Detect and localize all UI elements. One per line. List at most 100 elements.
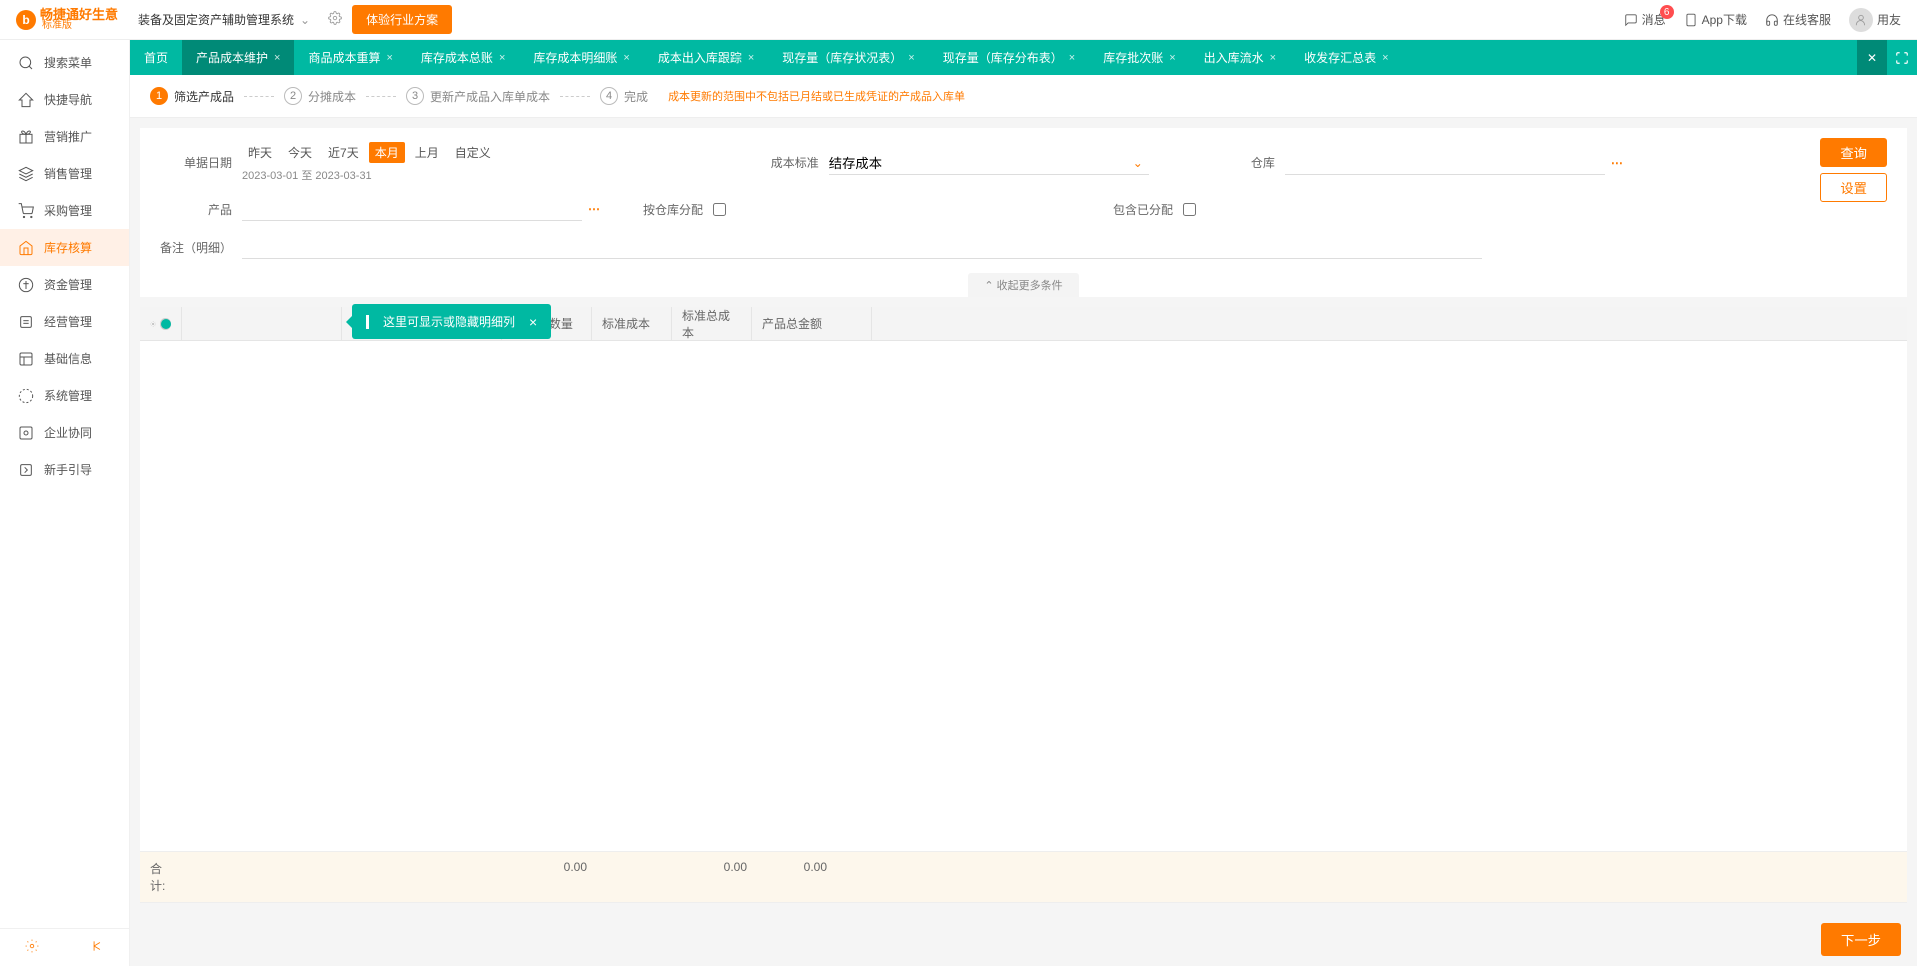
product-input[interactable]	[242, 197, 582, 221]
sidebar-item-7[interactable]: 经营管理	[0, 303, 129, 340]
close-icon[interactable]: ×	[1069, 52, 1075, 64]
tab-label: 现存量（库存状况表）	[782, 49, 902, 66]
close-all-tabs-icon[interactable]: ✕	[1857, 40, 1887, 75]
include-allocated-checkbox[interactable]	[1183, 203, 1196, 216]
logo-icon: b	[16, 10, 36, 30]
tab-1[interactable]: 产品成本维护 ×	[182, 40, 294, 75]
close-icon[interactable]: ×	[529, 314, 537, 330]
stock-icon	[18, 240, 34, 256]
table-column-header[interactable]: 标准成本	[592, 307, 672, 340]
gift-icon	[18, 129, 34, 145]
sidebar-item-label: 企业协同	[44, 424, 92, 441]
tab-6[interactable]: 现存量（库存状况表） ×	[768, 40, 928, 75]
filter-panel: 单据日期 昨天今天近7天本月上月自定义 2023-03-01 至 2023-03…	[140, 128, 1907, 297]
online-service-button[interactable]: 在线客服	[1765, 11, 1831, 28]
step-2: 3更新产成品入库单成本	[406, 87, 550, 105]
base-icon	[18, 351, 34, 367]
sidebar-item-4[interactable]: 采购管理	[0, 192, 129, 229]
tab-2[interactable]: 商品成本重算×	[294, 40, 406, 75]
date-quick-昨天[interactable]: 昨天	[242, 142, 278, 163]
sidebar-item-0[interactable]: 搜索菜单	[0, 44, 129, 81]
tab-7[interactable]: 现存量（库存分布表）×	[929, 40, 1089, 75]
warehouse-input[interactable]	[1285, 151, 1605, 175]
tab-label: 成本出入库跟踪	[658, 49, 742, 66]
close-icon[interactable]: ×	[908, 52, 914, 64]
step-1: 2分摊成本	[284, 87, 356, 105]
close-icon[interactable]: ×	[748, 52, 754, 64]
sidebar-settings-icon[interactable]	[0, 929, 65, 966]
sidebar-item-9[interactable]: 系统管理	[0, 377, 129, 414]
include-allocated-label: 包含已分配	[1101, 201, 1173, 218]
remark-label: 备注（明细）	[160, 239, 232, 256]
table-body	[140, 341, 1907, 851]
sidebar-collapse-icon[interactable]	[65, 929, 130, 966]
coop-icon	[18, 425, 34, 441]
settings-button[interactable]: 设置	[1820, 173, 1887, 202]
sidebar-item-1[interactable]: 快捷导航	[0, 81, 129, 118]
tab-10[interactable]: 收发存汇总表×	[1290, 40, 1402, 75]
tab-9[interactable]: 出入库流水×	[1190, 40, 1290, 75]
date-range-display: 2023-03-01 至 2023-03-31	[242, 167, 372, 183]
cost-standard-select[interactable]	[829, 151, 1149, 175]
remark-input[interactable]	[242, 235, 1482, 259]
tab-4[interactable]: 库存成本明细账×	[519, 40, 643, 75]
sidebar-item-6[interactable]: 资金管理	[0, 266, 129, 303]
close-icon[interactable]: ×	[1169, 52, 1175, 64]
guide-icon	[18, 462, 34, 478]
date-quick-自定义[interactable]: 自定义	[449, 142, 497, 163]
tab-0[interactable]: 首页	[130, 40, 182, 75]
table-column-header[interactable]: 标准总成本	[672, 307, 752, 340]
date-quick-上月[interactable]: 上月	[409, 142, 445, 163]
more-dots-icon[interactable]: ⋯	[1611, 156, 1624, 170]
date-quick-今天[interactable]: 今天	[282, 142, 318, 163]
gear-icon[interactable]	[328, 11, 342, 28]
tab-5[interactable]: 成本出入库跟踪 ×	[644, 40, 768, 75]
by-warehouse-checkbox[interactable]	[713, 203, 726, 216]
tab-label: 库存成本总账	[421, 49, 493, 66]
close-icon[interactable]: ×	[623, 52, 629, 64]
app-download-button[interactable]: App下载	[1684, 11, 1747, 28]
money-icon	[18, 277, 34, 293]
app-download-label: App下载	[1702, 11, 1747, 28]
collapse-toggle[interactable]: ⌃ 收起更多条件	[968, 273, 1078, 297]
close-icon[interactable]: ×	[499, 52, 505, 64]
sidebar-item-5[interactable]: 库存核算	[0, 229, 129, 266]
close-icon[interactable]: ×	[1270, 52, 1276, 64]
column-settings-button[interactable]	[140, 307, 182, 340]
step-3: 4完成	[600, 87, 648, 105]
tab-3[interactable]: 库存成本总账 ×	[407, 40, 519, 75]
date-label: 单据日期	[160, 154, 232, 171]
toggle-switch[interactable]	[160, 318, 171, 330]
system-selector[interactable]: 装备及固定资产辅助管理系统 ⌄	[138, 11, 310, 28]
tab-label: 产品成本维护	[196, 49, 268, 66]
date-quick-近7天[interactable]: 近7天	[322, 142, 365, 163]
chevron-down-icon[interactable]: ⌄	[1133, 156, 1143, 170]
tab-8[interactable]: 库存批次账×	[1089, 40, 1189, 75]
sidebar-item-3[interactable]: 销售管理	[0, 155, 129, 192]
date-quick-本月[interactable]: 本月	[369, 142, 405, 163]
sidebar-item-10[interactable]: 企业协同	[0, 414, 129, 451]
more-dots-icon[interactable]: ⋯	[588, 202, 601, 216]
sidebar-item-2[interactable]: 营销推广	[0, 118, 129, 155]
sidebar: 搜索菜单快捷导航营销推广销售管理采购管理库存核算资金管理经营管理基础信息系统管理…	[0, 40, 130, 966]
sidebar-item-label: 快捷导航	[44, 91, 92, 108]
experience-button[interactable]: 体验行业方案	[352, 5, 452, 34]
sidebar-item-label: 经营管理	[44, 313, 92, 330]
close-icon[interactable]: ×	[274, 52, 280, 64]
search-icon	[18, 55, 34, 71]
sidebar-item-11[interactable]: 新手引导	[0, 451, 129, 488]
warehouse-label: 仓库	[1203, 154, 1275, 171]
table-column-header[interactable]: 产品总金额	[752, 307, 872, 340]
by-warehouse-label: 按仓库分配	[631, 201, 703, 218]
sidebar-item-8[interactable]: 基础信息	[0, 340, 129, 377]
search-button[interactable]: 查询	[1820, 138, 1887, 167]
sidebar-item-label: 库存核算	[44, 239, 92, 256]
fullscreen-icon[interactable]	[1887, 40, 1917, 75]
messages-button[interactable]: 消息 6	[1624, 11, 1666, 28]
next-step-button[interactable]: 下一步	[1821, 923, 1901, 956]
close-icon[interactable]: ×	[1382, 52, 1388, 64]
user-menu[interactable]: 用友	[1849, 8, 1901, 32]
close-icon[interactable]: ×	[386, 52, 392, 64]
step-label: 完成	[624, 88, 648, 105]
sidebar-item-label: 搜索菜单	[44, 54, 92, 71]
